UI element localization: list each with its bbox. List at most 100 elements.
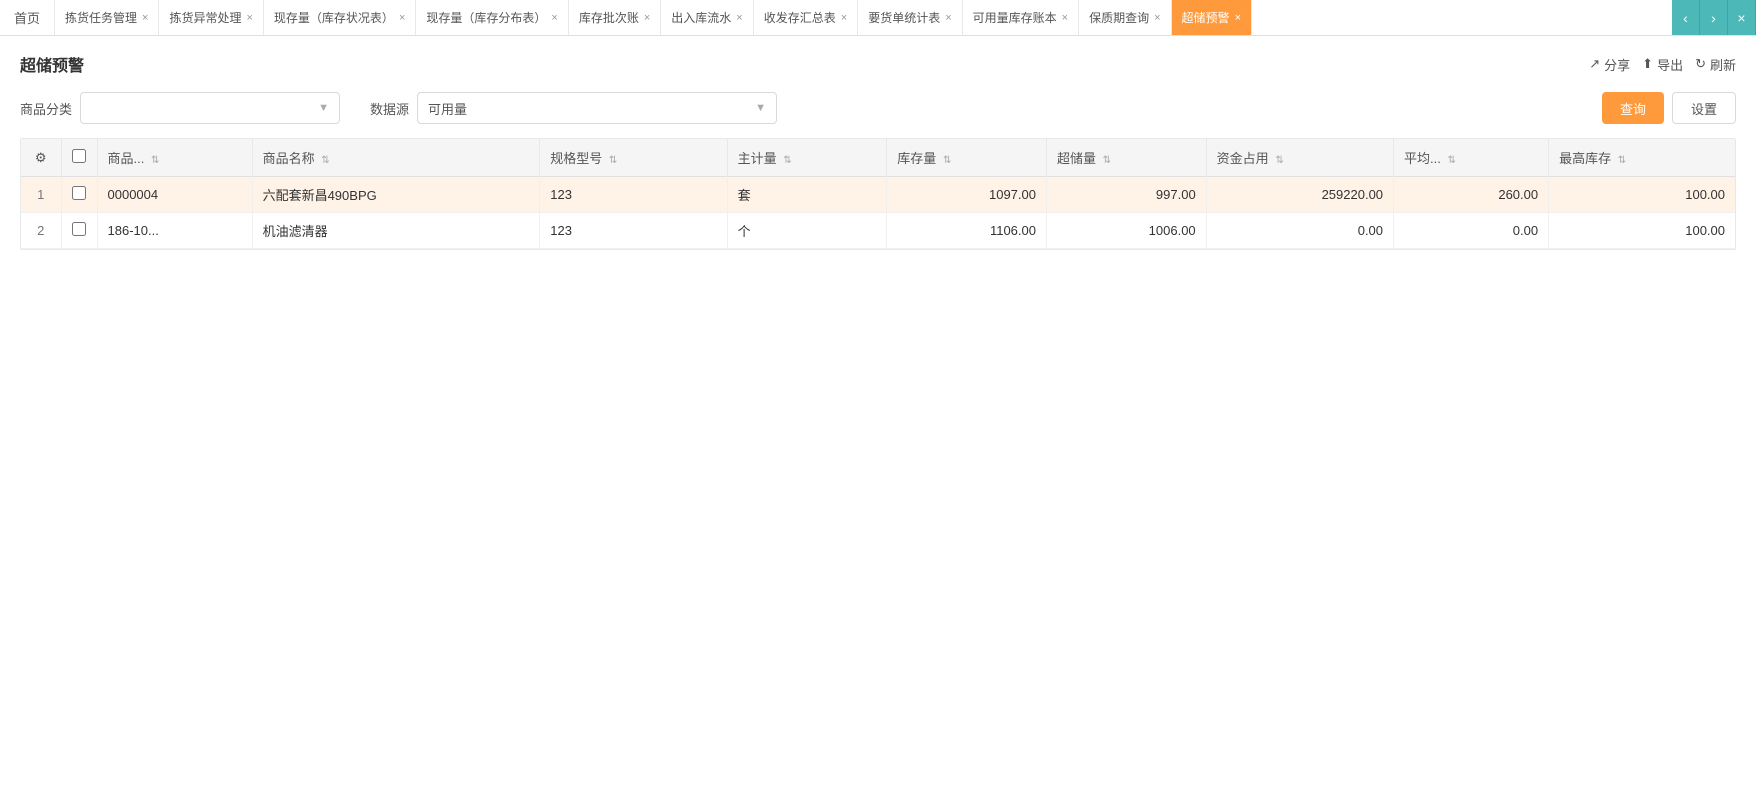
category-select[interactable]: ▼ <box>80 92 340 124</box>
header-actions: ↗ 分享 ⬆ 导出 ↻ 刷新 <box>1589 55 1736 74</box>
row-max-stock: 100.00 <box>1549 213 1735 249</box>
sort-icon: ⇅ <box>1275 155 1283 166</box>
datasource-select[interactable]: 可用量 ▼ <box>417 92 777 124</box>
row-product-name: 机油滤清器 <box>252 213 540 249</box>
table-header-row: ⚙ 商品... ⇅ 商品名称 ⇅ 规格型号 ⇅ <box>21 139 1735 177</box>
row-stock: 1106.00 <box>887 213 1047 249</box>
col-spec[interactable]: 规格型号 ⇅ <box>540 139 727 177</box>
row-checkbox-cell <box>61 213 97 249</box>
col-stock[interactable]: 库存量 ⇅ <box>887 139 1047 177</box>
col-product-code[interactable]: 商品... ⇅ <box>97 139 252 177</box>
nav-arrow-left[interactable]: ‹ <box>1672 0 1700 36</box>
navigation-bar: 首页 拣货任务管理 × 拣货异常处理 × 现存量（库存状况表） × 现存量（库存… <box>0 0 1756 36</box>
row-unit: 套 <box>727 177 887 213</box>
filter-row: 商品分类 ▼ 数据源 可用量 ▼ 查询 设置 <box>20 92 1736 124</box>
sort-icon: ⇅ <box>1618 155 1626 166</box>
chevron-down-icon: ▼ <box>318 102 329 114</box>
nav-tab-5[interactable]: 出入库流水 × <box>661 0 753 36</box>
row-product-name: 六配套新昌490BPG <box>252 177 540 213</box>
refresh-button[interactable]: ↻ 刷新 <box>1695 55 1736 74</box>
sort-icon: ⇅ <box>321 155 329 166</box>
close-icon[interactable]: × <box>1154 12 1160 24</box>
nav-tab-0[interactable]: 拣货任务管理 × <box>55 0 159 36</box>
sort-icon: ⇅ <box>151 155 159 166</box>
row-num: 2 <box>21 213 61 249</box>
export-icon: ⬆ <box>1642 56 1653 72</box>
col-capital-use[interactable]: 资金占用 ⇅ <box>1206 139 1393 177</box>
nav-tab-9[interactable]: 保质期查询 × <box>1079 0 1171 36</box>
nav-tab-1[interactable]: 拣货异常处理 × <box>159 0 263 36</box>
nav-arrows: ‹ › × <box>1672 0 1756 36</box>
datasource-label: 数据源 <box>370 99 409 118</box>
row-avg: 0.00 <box>1394 213 1549 249</box>
close-icon[interactable]: × <box>399 12 405 24</box>
nav-tab-4[interactable]: 库存批次账 × <box>569 0 661 36</box>
table-row: 1 0000004 六配套新昌490BPG 123 套 1097.00 997.… <box>21 177 1735 213</box>
close-icon[interactable]: × <box>841 12 847 24</box>
col-gear[interactable]: ⚙ <box>21 139 61 177</box>
export-button[interactable]: ⬆ 导出 <box>1642 55 1683 74</box>
row-capital-use: 0.00 <box>1206 213 1393 249</box>
close-icon[interactable]: × <box>945 12 951 24</box>
close-icon[interactable]: × <box>551 12 557 24</box>
share-button[interactable]: ↗ 分享 <box>1589 55 1630 74</box>
category-filter: 商品分类 ▼ <box>20 92 340 124</box>
row-over-stock: 1006.00 <box>1046 213 1206 249</box>
datasource-value: 可用量 <box>428 99 467 118</box>
page-header: 超储预警 ↗ 分享 ⬆ 导出 ↻ 刷新 <box>20 52 1736 76</box>
table-row: 2 186-10... 机油滤清器 123 个 1106.00 1006.00 … <box>21 213 1735 249</box>
nav-tab-2[interactable]: 现存量（库存状况表） × <box>264 0 416 36</box>
row-capital-use: 259220.00 <box>1206 177 1393 213</box>
data-table: ⚙ 商品... ⇅ 商品名称 ⇅ 规格型号 ⇅ <box>20 138 1736 250</box>
row-checkbox[interactable] <box>72 186 86 200</box>
gear-icon[interactable]: ⚙ <box>35 150 47 165</box>
row-max-stock: 100.00 <box>1549 177 1735 213</box>
nav-tab-7[interactable]: 要货单统计表 × <box>858 0 962 36</box>
sort-icon: ⇅ <box>609 155 617 166</box>
col-checkbox <box>61 139 97 177</box>
row-unit: 个 <box>727 213 887 249</box>
col-unit[interactable]: 主计量 ⇅ <box>727 139 887 177</box>
row-checkbox[interactable] <box>72 222 86 236</box>
category-label: 商品分类 <box>20 99 72 118</box>
chevron-down-icon: ▼ <box>755 102 766 114</box>
close-icon[interactable]: × <box>142 12 148 24</box>
col-product-name[interactable]: 商品名称 ⇅ <box>252 139 540 177</box>
close-icon[interactable]: × <box>246 12 252 24</box>
row-stock: 1097.00 <box>887 177 1047 213</box>
close-icon[interactable]: × <box>1062 12 1068 24</box>
col-avg[interactable]: 平均... ⇅ <box>1394 139 1549 177</box>
query-button[interactable]: 查询 <box>1602 92 1664 124</box>
page-title: 超储预警 <box>20 52 84 76</box>
nav-home[interactable]: 首页 <box>0 0 55 36</box>
sort-icon: ⇅ <box>783 155 791 166</box>
row-avg: 260.00 <box>1394 177 1549 213</box>
nav-tab-10[interactable]: 超储预警 × <box>1172 0 1252 36</box>
close-icon[interactable]: × <box>736 12 742 24</box>
select-all-checkbox[interactable] <box>72 149 86 163</box>
row-num: 1 <box>21 177 61 213</box>
row-checkbox-cell <box>61 177 97 213</box>
close-icon[interactable]: × <box>1235 12 1241 24</box>
datasource-filter: 数据源 可用量 ▼ <box>370 92 777 124</box>
share-icon: ↗ <box>1589 56 1600 72</box>
nav-tab-3[interactable]: 现存量（库存分布表） × <box>416 0 568 36</box>
row-product-code: 186-10... <box>97 213 252 249</box>
row-over-stock: 997.00 <box>1046 177 1206 213</box>
page-content: 超储预警 ↗ 分享 ⬆ 导出 ↻ 刷新 商品分类 ▼ 数据源 <box>0 36 1756 800</box>
nav-tab-6[interactable]: 收发存汇总表 × <box>754 0 858 36</box>
col-max-stock[interactable]: 最高库存 ⇅ <box>1549 139 1735 177</box>
row-product-code: 0000004 <box>97 177 252 213</box>
close-icon[interactable]: × <box>644 12 650 24</box>
row-spec: 123 <box>540 213 727 249</box>
row-spec: 123 <box>540 177 727 213</box>
settings-button[interactable]: 设置 <box>1672 92 1736 124</box>
refresh-icon: ↻ <box>1695 56 1706 72</box>
nav-arrow-right[interactable]: › <box>1700 0 1728 36</box>
sort-icon: ⇅ <box>1103 155 1111 166</box>
nav-arrow-close[interactable]: × <box>1728 0 1756 36</box>
sort-icon: ⇅ <box>1448 155 1456 166</box>
col-over-stock[interactable]: 超储量 ⇅ <box>1046 139 1206 177</box>
nav-tab-8[interactable]: 可用量库存账本 × <box>963 0 1079 36</box>
sort-icon: ⇅ <box>943 155 951 166</box>
